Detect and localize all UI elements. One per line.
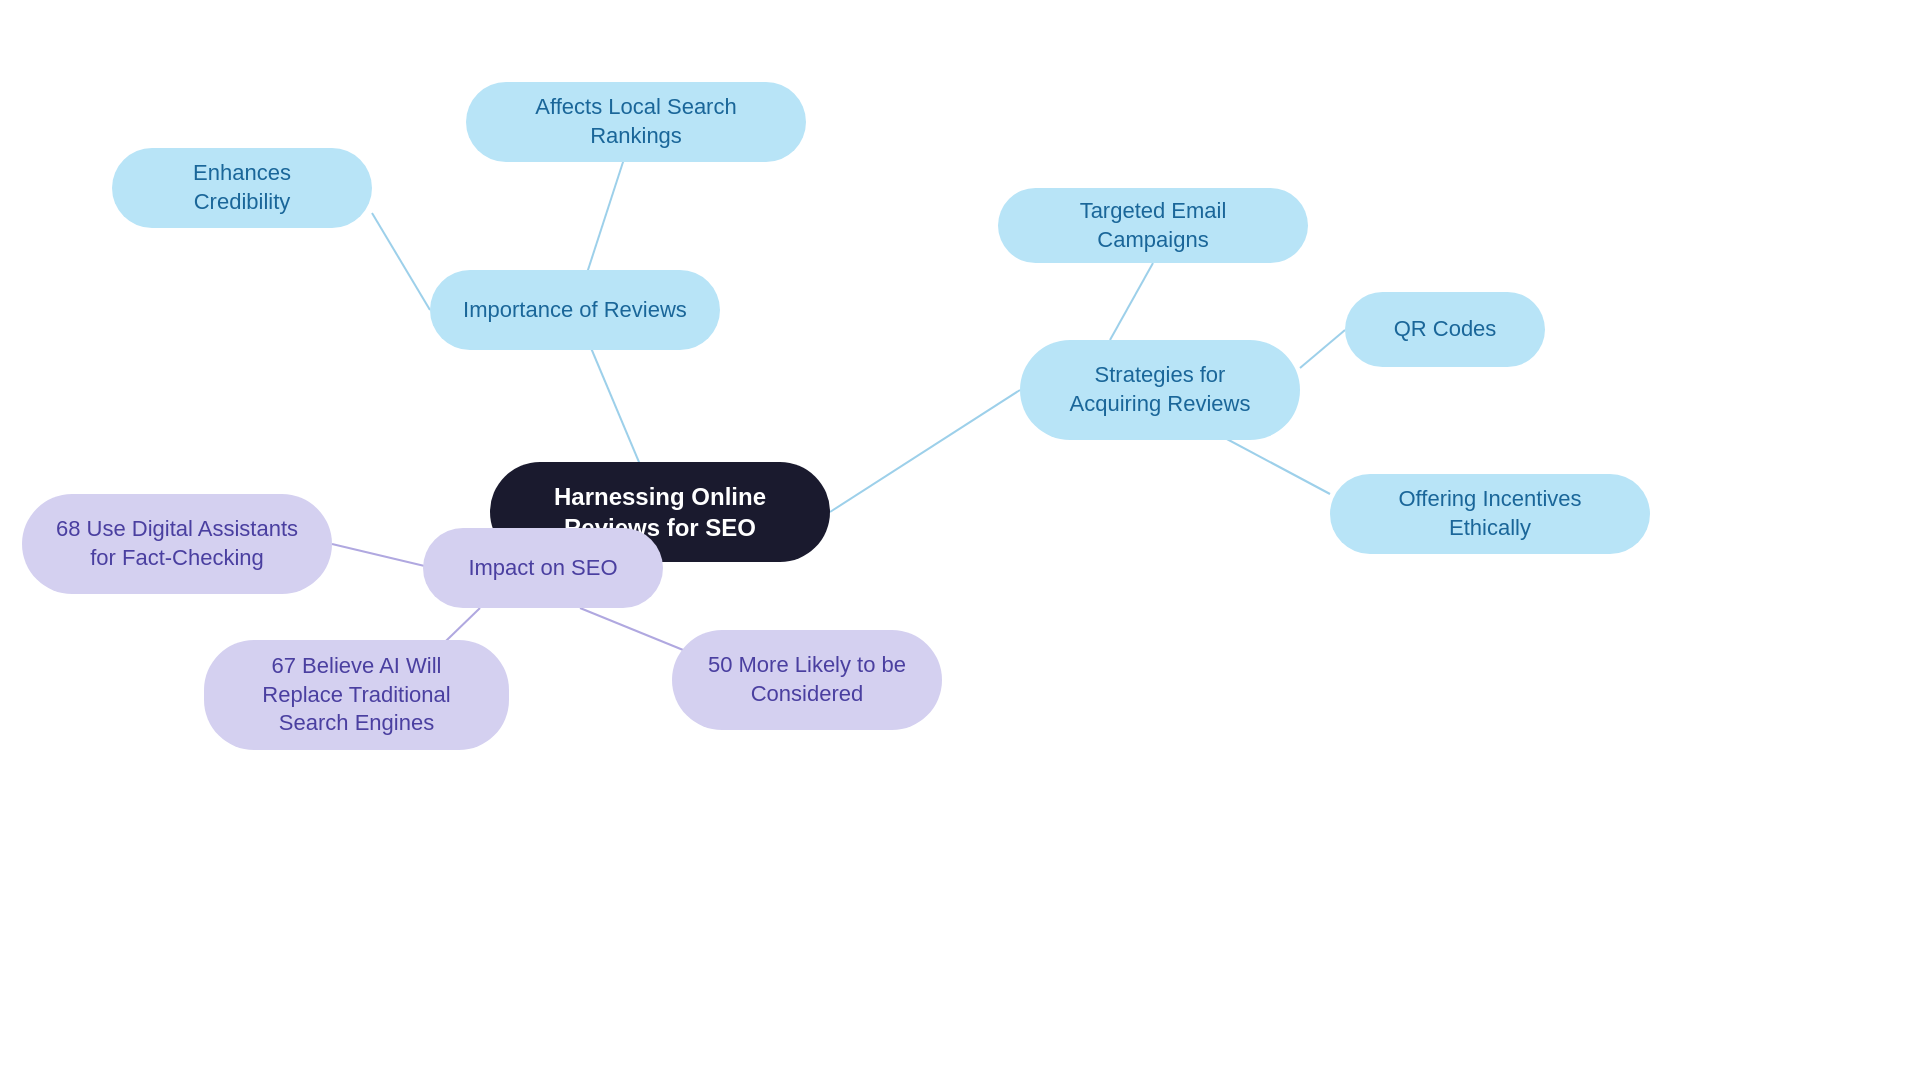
digital-assistants-node[interactable]: 68 Use Digital Assistants for Fact-Check… [22, 494, 332, 594]
more-likely-node[interactable]: 50 More Likely to be Considered [672, 630, 942, 730]
qr-codes-node[interactable]: QR Codes [1345, 292, 1545, 367]
believe-replace-node[interactable]: 67 Believe AI Will Replace Traditional S… [204, 640, 509, 750]
importance-of-reviews-node[interactable]: Importance of Reviews [430, 270, 720, 350]
mind-map: Harnessing Online Reviews for SEO Import… [0, 0, 1920, 1083]
svg-line-8 [332, 544, 433, 568]
strategies-node[interactable]: Strategies for Acquiring Reviews [1020, 340, 1300, 440]
svg-line-3 [830, 390, 1020, 512]
targeted-email-node[interactable]: Targeted Email Campaigns [998, 188, 1308, 263]
affects-local-node[interactable]: Affects Local Search Rankings [466, 82, 806, 162]
offering-incentives-node[interactable]: Offering Incentives Ethically [1330, 474, 1650, 554]
svg-line-5 [1300, 330, 1345, 368]
svg-line-4 [1110, 263, 1153, 340]
svg-line-2 [372, 213, 430, 310]
impact-on-seo-node[interactable]: Impact on SEO [423, 528, 663, 608]
enhances-credibility-node[interactable]: Enhances Credibility [112, 148, 372, 228]
